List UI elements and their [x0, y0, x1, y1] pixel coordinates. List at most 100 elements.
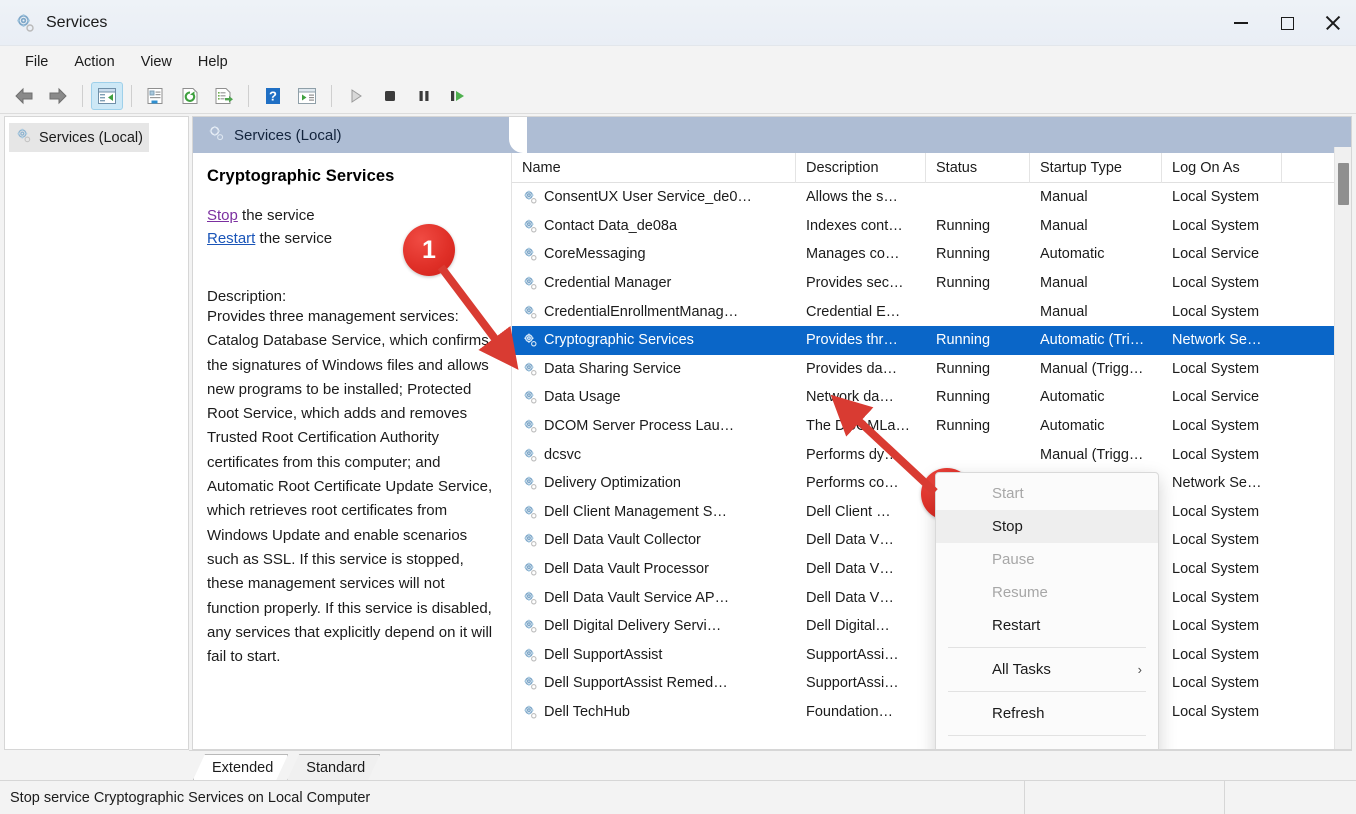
table-row[interactable]: ConsentUX User Service_de0… Allows the s……	[512, 183, 1351, 212]
cell-status: Running	[936, 217, 991, 234]
minimize-button[interactable]	[1218, 0, 1264, 46]
service-gear-icon	[522, 332, 538, 348]
service-gear-icon	[522, 590, 538, 606]
menu-item-help[interactable]: Help	[187, 50, 239, 74]
pause-service-icon[interactable]	[408, 82, 440, 110]
svg-text:?: ?	[269, 88, 277, 103]
table-row-selected[interactable]: Cryptographic Services Provides thr… Runni…	[512, 325, 1351, 355]
context-menu-item-stop[interactable]: Stop	[936, 510, 1158, 543]
start-service-icon[interactable]	[340, 82, 372, 110]
menu-item-view[interactable]: View	[130, 50, 183, 74]
context-menu-item-refresh[interactable]: Refresh	[936, 697, 1158, 730]
menu-bar: File Action View Help	[0, 46, 1356, 78]
service-gear-icon	[522, 275, 538, 291]
cell-status: Running	[936, 418, 991, 435]
context-menu-item-properties[interactable]: Properties	[936, 741, 1158, 749]
column-header-startup-type[interactable]: Startup Type	[1030, 152, 1162, 183]
table-row[interactable]: Data Usage Network da… Running Automatic Loc…	[512, 383, 1351, 412]
column-header-description[interactable]: Description	[796, 152, 926, 183]
service-gear-icon	[522, 704, 538, 720]
table-row[interactable]: Data Sharing Service Provides da… Running M…	[512, 355, 1351, 384]
stop-service-link-row: Stop the service	[207, 204, 497, 227]
pane-header-fold	[509, 117, 527, 153]
maximize-button[interactable]	[1264, 0, 1310, 46]
service-name-label: Dell SupportAssist Remed…	[544, 675, 728, 692]
back-icon[interactable]	[8, 82, 40, 110]
restart-service-icon[interactable]	[442, 82, 474, 110]
column-header-status-label: Status	[936, 159, 978, 176]
stop-service-icon[interactable]	[374, 82, 406, 110]
cell-description: Dell Data V…	[806, 561, 894, 578]
service-gear-icon	[522, 561, 538, 577]
cell-logon: Network Se…	[1172, 475, 1262, 492]
context-menu-separator	[948, 691, 1146, 692]
table-row[interactable]: Dell Digital Delivery Servi… Dell Digital…	[512, 612, 1351, 641]
cell-name: DCOM Server Process Lau…	[512, 418, 796, 434]
pane-header-title: Services (Local)	[234, 126, 342, 144]
cell-logon: Local System	[1172, 703, 1260, 720]
cell-description: Dell Data V…	[806, 589, 894, 606]
context-menu-item-label: Refresh	[992, 705, 1045, 722]
status-bar-segment-3	[1224, 780, 1356, 814]
context-menu-item-all-tasks[interactable]: All Tasks ›	[936, 653, 1158, 686]
service-name-label: Dell Digital Delivery Servi…	[544, 618, 722, 635]
service-name-label: Dell SupportAssist	[544, 646, 663, 663]
table-row[interactable]: dcsvc Performs dy… Manual (Trigg… Local Sys…	[512, 440, 1351, 469]
show-hide-console-tree-icon[interactable]	[91, 81, 123, 110]
description-label: Description:	[207, 288, 287, 305]
table-row[interactable]: Dell Data Vault ProcessorDell Data V…Run…	[512, 555, 1351, 584]
column-header-name[interactable]: ^ Name	[512, 152, 796, 183]
forward-icon[interactable]	[42, 82, 74, 110]
table-row[interactable]: Dell Data Vault Service AP… Dell Data V… R…	[512, 583, 1351, 612]
table-row[interactable]: Dell SupportAssist Remed…SupportAssi…Run…	[512, 669, 1351, 698]
service-gear-icon	[522, 675, 538, 691]
context-menu-item-label: Stop	[992, 518, 1023, 535]
services-list: ^ Name Description Status Startup Type L…	[511, 147, 1351, 749]
service-name-label: DCOM Server Process Lau…	[544, 418, 735, 435]
vertical-scrollbar[interactable]	[1334, 147, 1351, 749]
show-action-pane-icon[interactable]	[291, 82, 323, 110]
table-row[interactable]: Dell SupportAssistSupportAssi…RunningAut…	[512, 641, 1351, 670]
title-bar-left: Services	[0, 12, 107, 34]
table-row[interactable]: CredentialEnrollmentManag… Credential E… M…	[512, 297, 1351, 326]
services-window: Services File Action View Help ? Service…	[0, 0, 1356, 814]
properties-icon[interactable]	[140, 82, 172, 110]
stop-service-link[interactable]: Stop	[207, 207, 238, 224]
toolbar-separator	[248, 84, 249, 107]
context-menu-item-label: Start	[992, 485, 1024, 502]
restart-service-link[interactable]: Restart	[207, 230, 255, 247]
cell-status: Running	[936, 389, 991, 406]
tab-standard[interactable]: Standard	[287, 754, 380, 780]
menu-item-file[interactable]: File	[14, 50, 59, 74]
service-name-label: Dell Data Vault Processor	[544, 561, 709, 578]
cell-logon: Local System	[1172, 589, 1260, 606]
table-row[interactable]: Dell Data Vault CollectorDell Data V…Run…	[512, 526, 1351, 555]
cell-logon: Local System	[1172, 446, 1260, 463]
table-row[interactable]: DCOM Server Process Lau… The DCOMLa… Runni…	[512, 412, 1351, 441]
table-row[interactable]: CoreMessaging Manages co… Running Automatic…	[512, 240, 1351, 269]
cell-logon: Local System	[1172, 618, 1260, 635]
table-row[interactable]: Dell TechHubFoundation…RunningAutomatic …	[512, 698, 1351, 727]
context-menu-item-start: Start	[936, 477, 1158, 510]
tab-standard-label: Standard	[306, 759, 366, 776]
service-gear-icon	[522, 447, 538, 463]
close-icon	[1325, 15, 1341, 31]
help-icon[interactable]: ?	[257, 82, 289, 110]
tree-node-services-local[interactable]: Services (Local)	[9, 123, 149, 152]
menu-item-action[interactable]: Action	[63, 50, 125, 74]
table-row[interactable]: Contact Data_de08a Indexes cont… Running Ma…	[512, 212, 1351, 241]
export-list-icon[interactable]	[208, 82, 240, 110]
context-menu[interactable]: Start Stop Pause Resume Restart All Tasks › Ref…	[935, 472, 1159, 749]
refresh-icon[interactable]	[174, 82, 206, 110]
column-header-status[interactable]: Status	[926, 152, 1030, 183]
restart-service-link-suffix: the service	[255, 230, 333, 247]
scrollbar-thumb[interactable]	[1338, 163, 1349, 205]
column-header-log-on-as[interactable]: Log On As	[1162, 152, 1282, 183]
context-menu-item-restart[interactable]: Restart	[936, 609, 1158, 642]
table-row[interactable]: Credential Manager Provides sec… Running Ma…	[512, 269, 1351, 298]
tab-extended[interactable]: Extended	[193, 754, 288, 780]
close-button[interactable]	[1310, 0, 1356, 46]
cell-startup: Manual (Trigg…	[1040, 446, 1144, 463]
column-header-description-label: Description	[806, 159, 879, 176]
services-gear-icon	[207, 124, 225, 146]
